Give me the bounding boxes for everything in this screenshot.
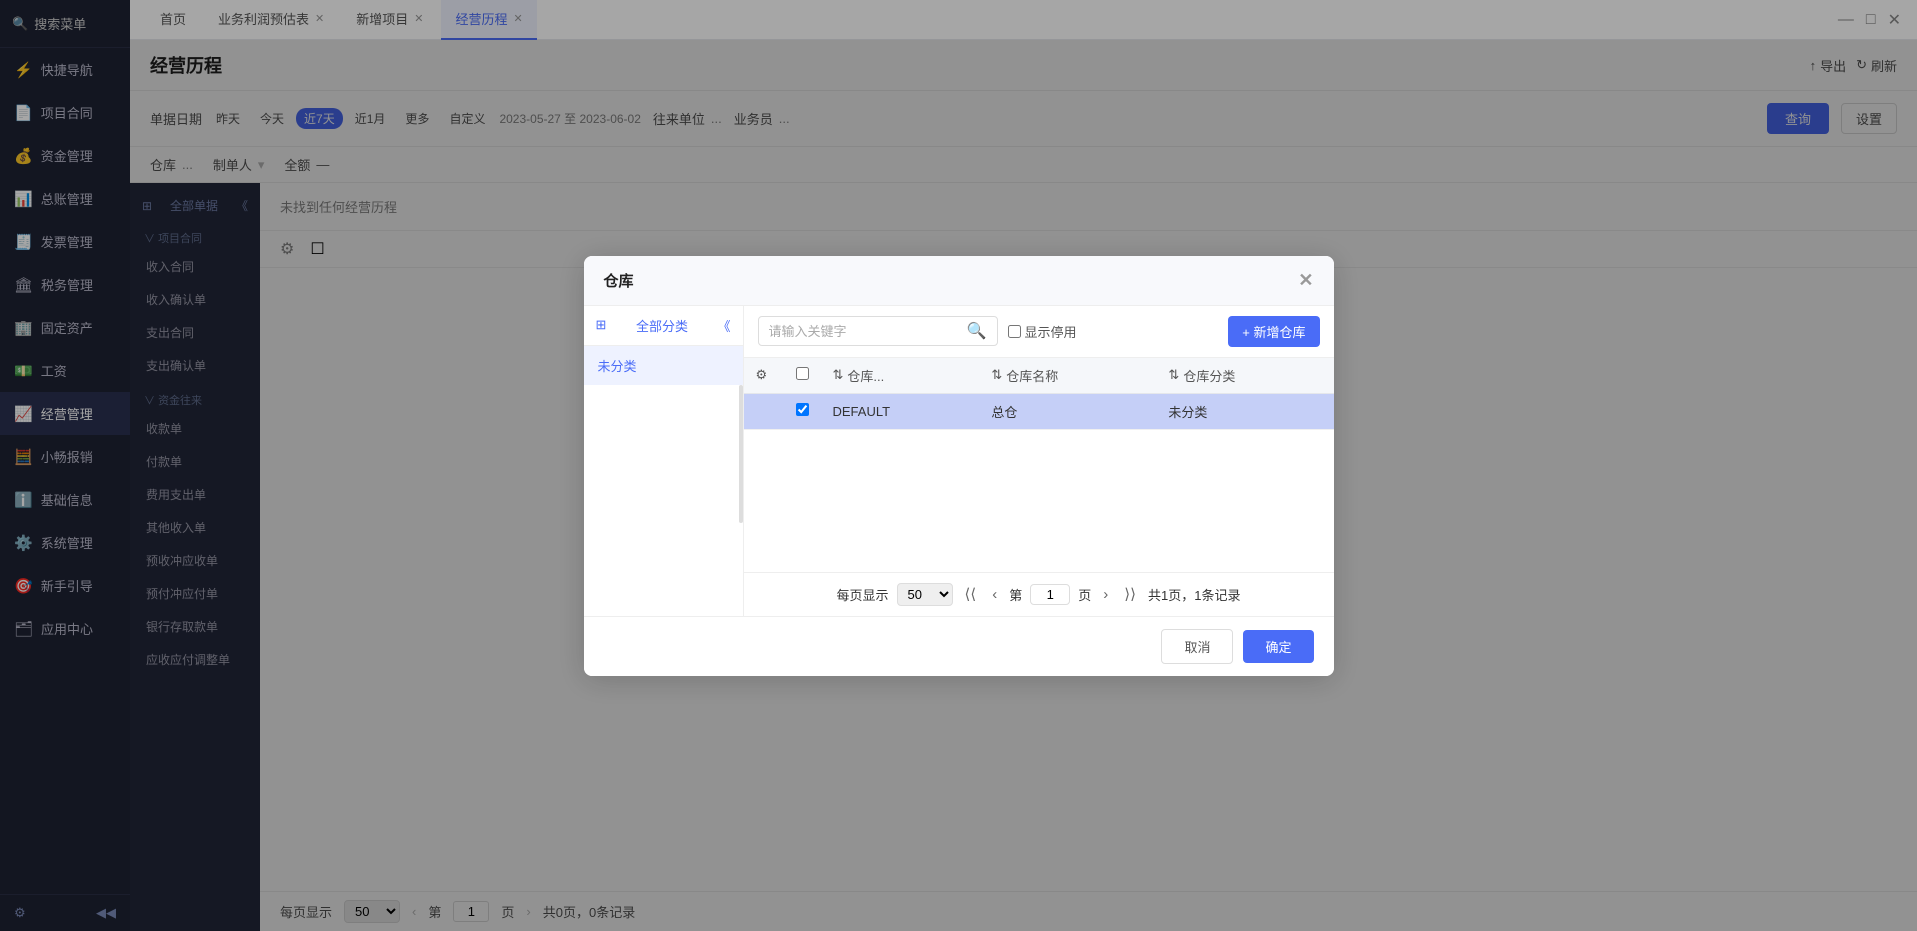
first-page-btn[interactable]: ⟨⟨ [961,583,981,605]
uncategorized-item[interactable]: 未分类 [584,346,743,385]
modal-toolbar: 🔍 显示停用 + 新增仓库 [744,306,1334,358]
select-all-checkbox[interactable] [796,367,809,380]
settings-col-btn[interactable]: ⚙ [756,367,768,382]
th-warehouse-name: ⇅ 仓库名称 [979,358,1156,394]
modal-body: ⊞ 全部分类 《 未分类 🔍 [584,306,1334,616]
warehouse-modal: 仓库 ✕ ⊞ 全部分类 《 未分类 [584,256,1334,676]
warehouse-table: ⚙ ⇅ 仓库... [744,358,1334,430]
modal-footer: 取消 确定 [584,616,1334,676]
modal-left-panel: ⊞ 全部分类 《 未分类 [584,306,744,616]
sort-icon[interactable]: ⇅ [833,367,844,383]
th-settings: ⚙ [744,358,784,394]
row-category: 未分类 [1156,393,1333,429]
row-name: 总仓 [979,393,1156,429]
warehouse-search-input[interactable] [769,324,961,339]
row-code: DEFAULT [821,393,980,429]
search-icon: 🔍 [967,321,987,341]
warehouse-table-body: DEFAULT 总仓 未分类 [744,393,1334,429]
add-warehouse-btn[interactable]: + 新增仓库 [1228,316,1319,347]
prev-page-btn[interactable]: ‹ [988,584,1001,605]
row-settings [744,393,784,429]
cancel-button[interactable]: 取消 [1161,629,1233,664]
th-warehouse-category: ⇅ 仓库分类 [1156,358,1333,394]
modal-overlay: 仓库 ✕ ⊞ 全部分类 《 未分类 [0,0,1917,931]
row-select-checkbox[interactable] [796,403,809,416]
total-records: 共1页，1条记录 [1148,585,1240,604]
last-page-btn[interactable]: ⟩⟩ [1120,583,1140,605]
all-categories-label: 全部分类 [636,316,688,335]
show-disabled-checkbox[interactable]: 显示停用 [1008,322,1077,341]
modal-table-wrap: ⚙ ⇅ 仓库... [744,358,1334,572]
all-categories-header[interactable]: ⊞ 全部分类 《 [584,306,743,346]
row-checkbox[interactable] [784,393,821,429]
th-checkbox [784,358,821,394]
left-collapse-icon[interactable]: 《 [717,316,730,335]
confirm-button[interactable]: 确定 [1243,630,1313,663]
show-disabled-label: 显示停用 [1025,322,1077,341]
modal-right-panel: 🔍 显示停用 + 新增仓库 [744,306,1334,616]
modal-header: 仓库 ✕ [584,256,1334,306]
table-header-row: ⚙ ⇅ 仓库... [744,358,1334,394]
modal-per-page-select[interactable]: 50 100 [897,583,953,606]
sort-icon-name[interactable]: ⇅ [991,367,1002,383]
show-disabled-check[interactable] [1008,325,1021,338]
modal-close-btn[interactable]: ✕ [1298,270,1313,291]
page-suffix-text: 页 [1078,585,1091,604]
left-scrollbar[interactable] [739,385,743,524]
all-categories-icon: ⊞ [596,317,607,333]
table-row[interactable]: DEFAULT 总仓 未分类 [744,393,1334,429]
warehouse-search-box: 🔍 [758,316,998,346]
sort-icon-cat[interactable]: ⇅ [1168,367,1179,383]
page-text: 第 [1009,585,1022,604]
modal-page-input[interactable] [1030,584,1070,605]
th-warehouse-code: ⇅ 仓库... [821,358,980,394]
modal-title: 仓库 [604,270,634,291]
per-page-text: 每页显示 [837,585,889,604]
modal-pagination: 每页显示 50 100 ⟨⟨ ‹ 第 页 › ⟩⟩ 共1页，1条记录 [744,572,1334,616]
next-page-btn[interactable]: › [1099,584,1112,605]
left-scroll-area [584,385,743,616]
